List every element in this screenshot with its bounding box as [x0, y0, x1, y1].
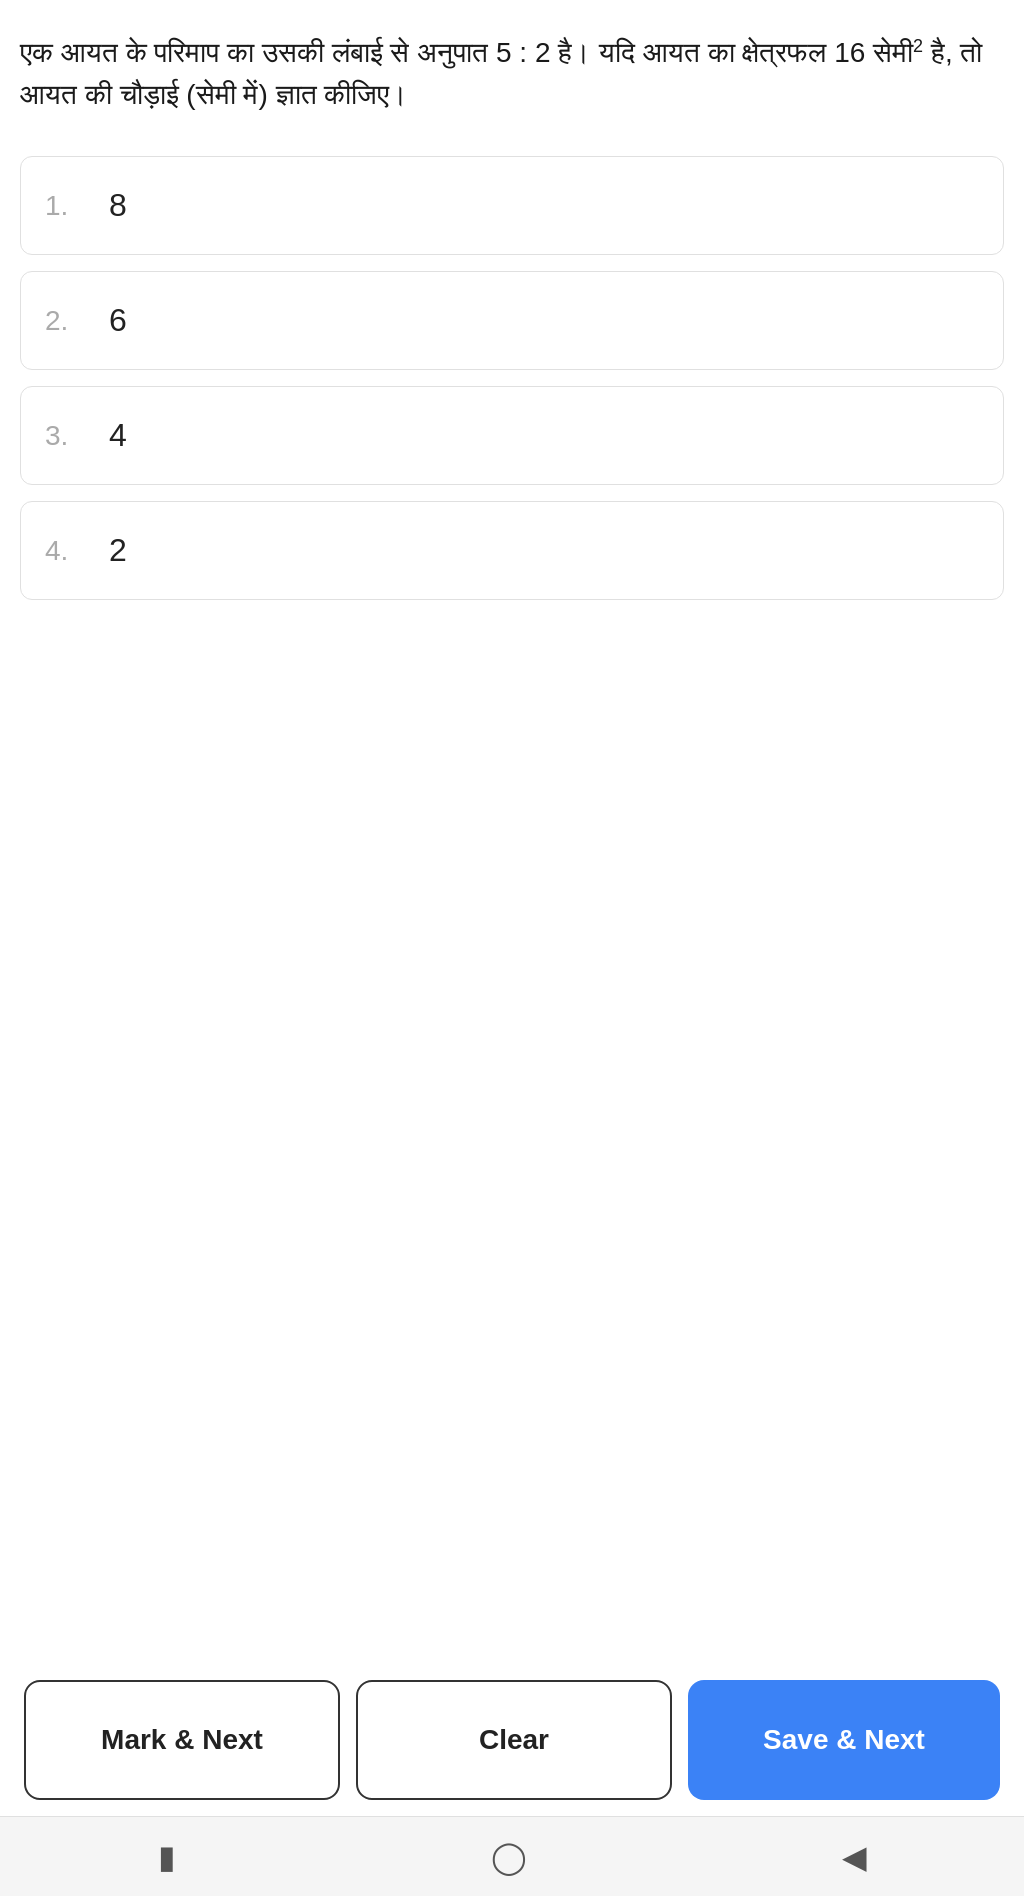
option-number-2: 2. [45, 305, 81, 337]
nav-icon-home[interactable]: ▮ [158, 1838, 176, 1876]
save-next-button[interactable]: Save & Next [688, 1680, 1000, 1800]
mark-next-button[interactable]: Mark & Next [24, 1680, 340, 1800]
option-number-4: 4. [45, 535, 81, 567]
clear-button[interactable]: Clear [356, 1680, 672, 1800]
bottom-buttons: Mark & Next Clear Save & Next [0, 1664, 1024, 1816]
option-item-2[interactable]: 2. 6 [20, 271, 1004, 370]
option-number-1: 1. [45, 190, 81, 222]
option-number-3: 3. [45, 420, 81, 452]
question-text: एक आयत के परिमाप का उसकी लंबाई से अनुपात… [20, 32, 1004, 116]
option-value-4: 2 [109, 532, 127, 569]
option-value-3: 4 [109, 417, 127, 454]
option-value-2: 6 [109, 302, 127, 339]
nav-icon-back[interactable]: ◀ [842, 1838, 867, 1876]
option-item-4[interactable]: 4. 2 [20, 501, 1004, 600]
bottom-nav: ▮ ◯ ◀ [0, 1816, 1024, 1896]
option-item-3[interactable]: 3. 4 [20, 386, 1004, 485]
nav-icon-circle[interactable]: ◯ [491, 1838, 527, 1876]
option-value-1: 8 [109, 187, 127, 224]
option-item-1[interactable]: 1. 8 [20, 156, 1004, 255]
options-list: 1. 8 2. 6 3. 4 4. 2 [20, 156, 1004, 616]
question-container: एक आयत के परिमाप का उसकी लंबाई से अनुपात… [0, 0, 1024, 636]
